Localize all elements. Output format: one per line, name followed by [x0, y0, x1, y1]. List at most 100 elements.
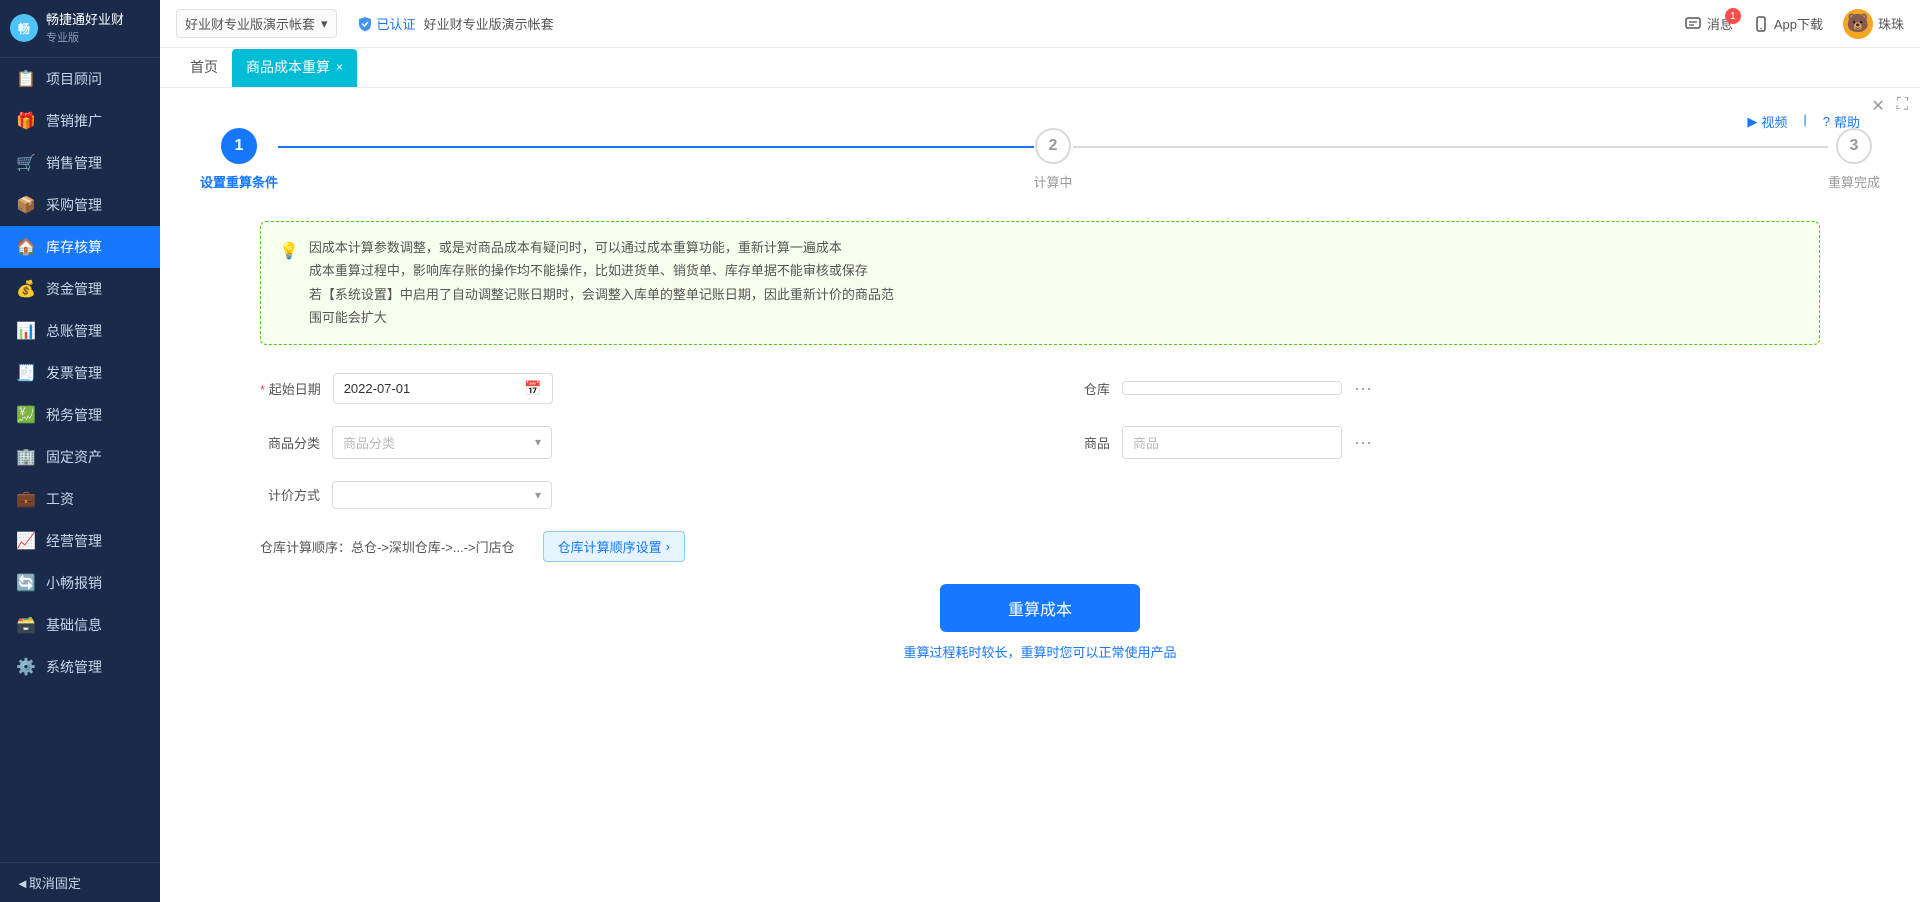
- info-line3: 若【系统设置】中启用了自动调整记账日期时，会调整入库单的整单记账日期，因此重新计…: [309, 283, 894, 306]
- message-button[interactable]: 消息 1: [1684, 14, 1733, 33]
- app-logo-icon: 畅: [10, 14, 38, 42]
- sidebar-item-finance[interactable]: 💰 资金管理: [0, 268, 160, 310]
- pricing-group: 计价方式 ▾: [260, 481, 1030, 509]
- sidebar-item-label: 小畅报销: [46, 573, 102, 593]
- form-row-2: 商品分类 商品分类 ▾ 商品 商品 ···: [260, 426, 1820, 459]
- verified-label: 已认证: [377, 14, 416, 33]
- category-placeholder: 商品分类: [343, 433, 395, 452]
- user-menu[interactable]: 🐻 珠珠: [1843, 9, 1904, 39]
- tax-icon: 💹: [16, 405, 36, 425]
- sidebar-item-tax[interactable]: 💹 税务管理: [0, 394, 160, 436]
- sidebar-item-expense[interactable]: 🔄 小畅报销: [0, 562, 160, 604]
- sidebar-item-operation[interactable]: 📈 经营管理: [0, 520, 160, 562]
- top-bar-right: 消息 1 App下载 🐻 珠珠: [1684, 9, 1904, 39]
- start-date-input[interactable]: 2022-07-01 📅: [333, 373, 553, 404]
- recalc-button[interactable]: 重算成本: [940, 584, 1140, 632]
- tab-home[interactable]: 首页: [176, 49, 232, 87]
- recalc-btn-label: 重算成本: [1008, 602, 1072, 619]
- sidebar-item-assets[interactable]: 🏢 固定资产: [0, 436, 160, 478]
- warehouse-order-row: 仓库计算顺序：总仓->深圳仓库->...->门店仓 仓库计算顺序设置 ›: [260, 531, 1820, 562]
- message-icon: [1684, 15, 1702, 33]
- main-area: 好业财专业版演示帐套 ▾ 已认证 好业财专业版演示帐套 消息 1: [160, 0, 1920, 902]
- goods-more-icon[interactable]: ···: [1354, 432, 1372, 453]
- expense-icon: 🔄: [16, 573, 36, 593]
- unpin-label: ◄取消固定: [16, 873, 81, 892]
- warehouse-label: 仓库: [1050, 379, 1110, 398]
- tab-active-label: 商品成本重算: [246, 57, 330, 77]
- sidebar-item-label: 采购管理: [46, 195, 102, 215]
- sidebar-item-project[interactable]: 📋 项目顾问: [0, 58, 160, 100]
- sales-icon: 🛒: [16, 153, 36, 173]
- sidebar-item-label: 工资: [46, 489, 74, 509]
- category-group: 商品分类 商品分类 ▾: [260, 426, 1030, 459]
- sidebar-item-system[interactable]: ⚙️ 系统管理: [0, 646, 160, 688]
- sidebar-item-label: 基础信息: [46, 615, 102, 635]
- chevron-right-icon: ›: [666, 539, 670, 554]
- tab-close-icon[interactable]: ×: [336, 60, 343, 74]
- sidebar-item-label: 发票管理: [46, 363, 102, 383]
- sidebar-item-purchase[interactable]: 📦 采购管理: [0, 184, 160, 226]
- goods-group: 商品 商品 ···: [1050, 426, 1820, 459]
- goods-placeholder: 商品: [1133, 433, 1159, 452]
- recalc-hint: 重算过程耗时较长，重算时您可以正常使用产品: [903, 642, 1176, 661]
- account-selector[interactable]: 好业财专业版演示帐套 ▾: [176, 9, 337, 38]
- app-download-label: App下载: [1774, 14, 1823, 33]
- expand-icon[interactable]: ⛶: [1897, 96, 1908, 116]
- operation-icon: 📈: [16, 531, 36, 551]
- sidebar-item-label: 固定资产: [46, 447, 102, 467]
- warehouse-more-icon[interactable]: ···: [1354, 378, 1372, 399]
- message-badge: 1: [1725, 8, 1741, 24]
- category-input[interactable]: 商品分类 ▾: [332, 426, 552, 459]
- video-link[interactable]: ▶ 视频: [1747, 112, 1787, 131]
- sidebar-item-invoice[interactable]: 🧾 发票管理: [0, 352, 160, 394]
- close-icon[interactable]: ✕: [1871, 96, 1884, 116]
- step-1-label: 设置重算条件: [200, 172, 278, 191]
- sidebar-item-label: 系统管理: [46, 657, 102, 677]
- purchase-icon: 📦: [16, 195, 36, 215]
- category-chevron-icon: ▾: [535, 435, 541, 449]
- warehouse-order-settings-button[interactable]: 仓库计算顺序设置 ›: [543, 531, 685, 562]
- start-date-label: * 起始日期: [260, 379, 321, 398]
- sidebar-item-salary[interactable]: 💼 工资: [0, 478, 160, 520]
- user-avatar: 🐻: [1843, 9, 1873, 39]
- warehouse-order-label: 仓库计算顺序：总仓->深圳仓库->...->门店仓: [260, 537, 515, 556]
- goods-input[interactable]: 商品: [1122, 426, 1342, 459]
- account-name: 好业财专业版演示帐套: [185, 14, 315, 33]
- finance-icon: 💰: [16, 279, 36, 299]
- sidebar-item-inventory[interactable]: 🏠 库存核算: [0, 226, 160, 268]
- sidebar-item-accounting[interactable]: 📊 总账管理: [0, 310, 160, 352]
- app-edition: 专业版: [46, 29, 124, 45]
- phone-icon: [1753, 16, 1769, 32]
- shield-icon: [357, 16, 373, 32]
- info-content: 因成本计算参数调整，或是对商品成本有疑问时，可以通过成本重算功能，重新计算一遍成…: [309, 236, 894, 330]
- recalc-section: 重算成本 重算过程耗时较长，重算时您可以正常使用产品: [200, 584, 1880, 661]
- sidebar-item-sales[interactable]: 🛒 销售管理: [0, 142, 160, 184]
- salary-icon: 💼: [16, 489, 36, 509]
- info-line1: 因成本计算参数调整，或是对商品成本有疑问时，可以通过成本重算功能，重新计算一遍成…: [309, 236, 894, 259]
- sidebar-item-marketing[interactable]: 🎁 营销推广: [0, 100, 160, 142]
- sidebar-unpin-button[interactable]: ◄取消固定: [0, 862, 160, 902]
- goods-label: 商品: [1050, 433, 1110, 452]
- stepper: 1 设置重算条件 2 计算中 3 重算完成: [200, 128, 1880, 191]
- chevron-down-icon: ▾: [321, 16, 328, 32]
- play-icon: ▶: [1747, 114, 1757, 130]
- inventory-icon: 🏠: [16, 237, 36, 257]
- warehouse-input[interactable]: [1122, 381, 1342, 395]
- step-3: 3 重算完成: [1828, 128, 1880, 191]
- sidebar-item-base[interactable]: 🗃️ 基础信息: [0, 604, 160, 646]
- marketing-icon: 🎁: [16, 111, 36, 131]
- sidebar-item-label: 税务管理: [46, 405, 102, 425]
- step-2-circle: 2: [1035, 128, 1071, 164]
- pricing-input[interactable]: ▾: [332, 481, 552, 509]
- step-2: 2 计算中: [1034, 128, 1073, 191]
- step-2-label: 计算中: [1034, 172, 1073, 191]
- sidebar-item-label: 销售管理: [46, 153, 102, 173]
- tab-cost-recalc[interactable]: 商品成本重算 ×: [232, 49, 357, 87]
- step-3-label: 重算完成: [1828, 172, 1880, 191]
- question-icon: ?: [1823, 114, 1830, 129]
- sidebar-item-label: 总账管理: [46, 321, 102, 341]
- step-1: 1 设置重算条件: [200, 128, 278, 191]
- sidebar: 畅 畅捷通好业财 专业版 📋 项目顾问 🎁 营销推广 🛒 销售管理 📦 采购管理…: [0, 0, 160, 902]
- app-download-button[interactable]: App下载: [1753, 14, 1823, 33]
- sidebar-item-label: 项目顾问: [46, 69, 102, 89]
